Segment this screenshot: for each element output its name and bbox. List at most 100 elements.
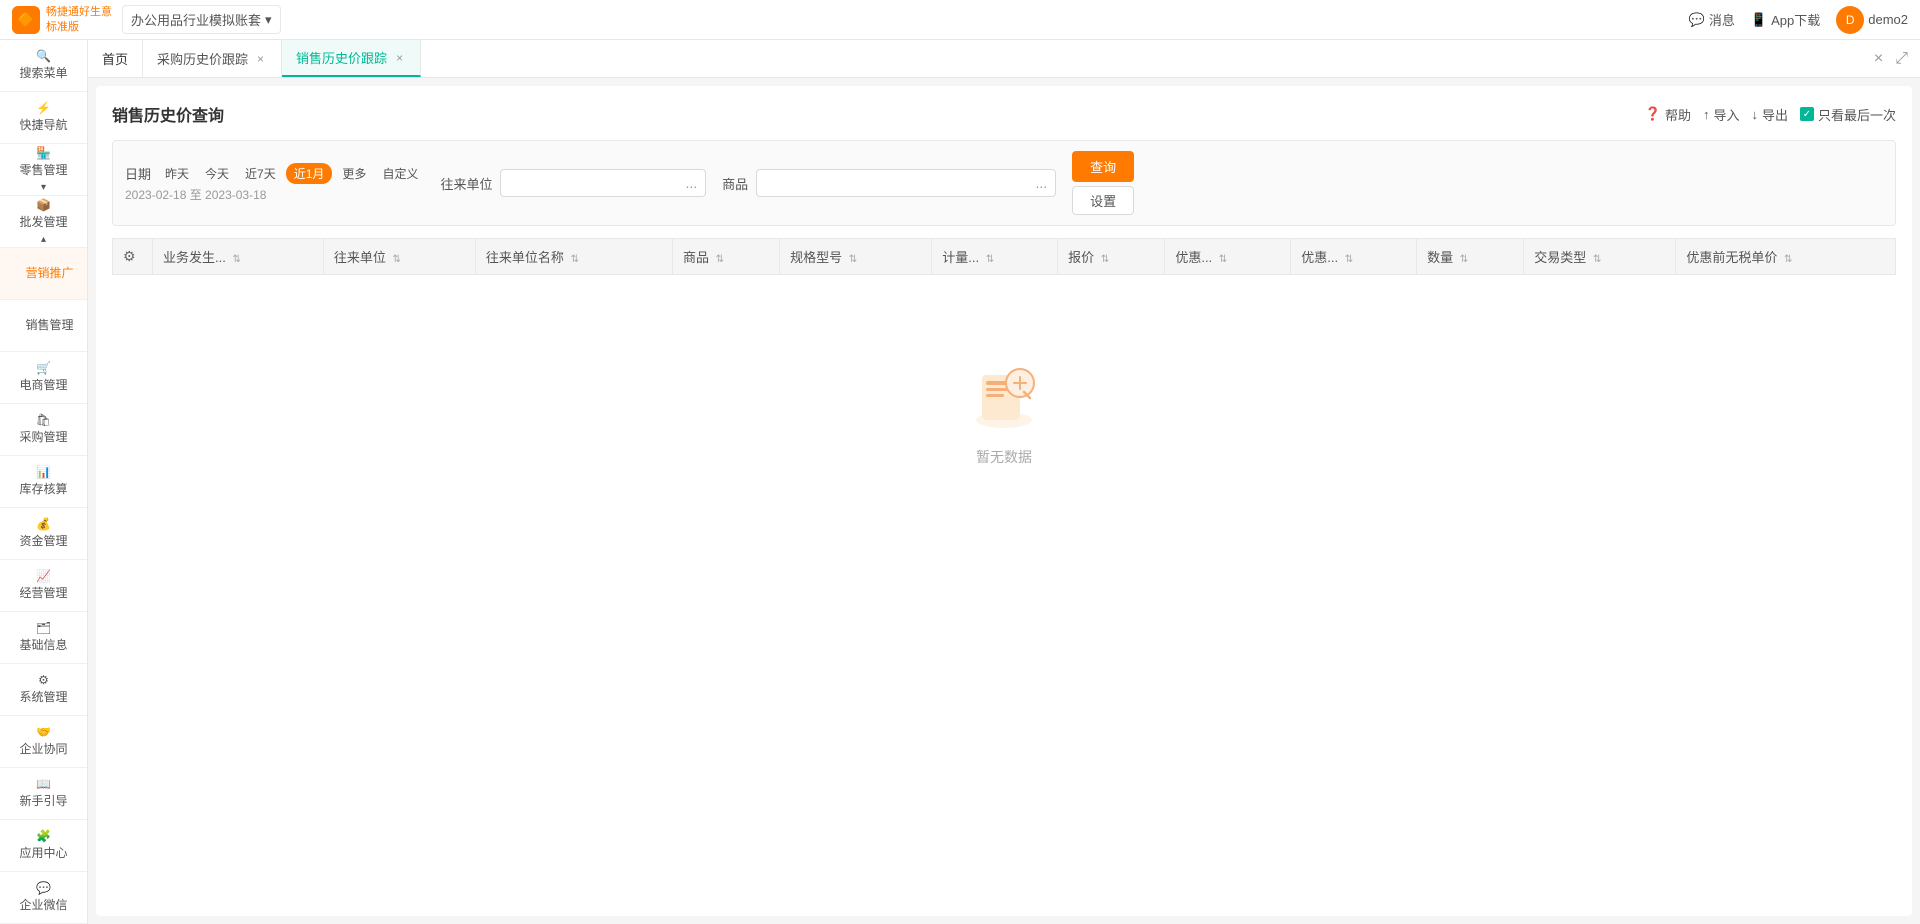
sidebar-item-enterprise[interactable]: 🤝 企业协同: [0, 716, 87, 768]
empty-illustration: [964, 355, 1044, 435]
tab-sales-history[interactable]: 销售历史价跟踪 ×: [282, 40, 421, 77]
sidebar-item-basic-info[interactable]: 🗂 基础信息: [0, 612, 87, 664]
chevron-up-icon: ▴: [41, 234, 46, 245]
sidebar: 🔍 搜索菜单 ⚡ 快捷导航 🏪 零售管理 ▾ 📦 批发管理 ▴ 营销推广 销售管…: [0, 40, 88, 924]
th-goods[interactable]: 商品 ⇅: [672, 239, 779, 275]
import-btn[interactable]: ↑ 导入: [1703, 105, 1740, 124]
goods-input-wrap[interactable]: ...: [756, 169, 1056, 197]
partner-filter-group: 往来单位 ...: [440, 169, 706, 197]
logo-area: 🔶 畅捷通好生意 标准版: [12, 5, 112, 34]
filter-bar: 日期 昨天 今天 近7天 近1月 更多 自定义 2023-02-18 至 202…: [112, 140, 1896, 226]
date-btn-custom[interactable]: 自定义: [376, 163, 424, 184]
sort-icon: ⇅: [1345, 254, 1353, 265]
top-header: 🔶 畅捷通好生意 标准版 办公用品行业模拟账套 ▾ 💬 消息 📱 App下载 D…: [0, 0, 1920, 40]
header-right: 💬 消息 📱 App下载 D demo2: [1689, 6, 1908, 34]
sidebar-item-inventory[interactable]: 📊 库存核算: [0, 456, 87, 508]
tab-actions: × ⤢: [1862, 48, 1920, 70]
sidebar-item-ecommerce[interactable]: 🛒 电商管理: [0, 352, 87, 404]
guide-icon: 📖: [36, 777, 51, 791]
help-btn[interactable]: ❓ 帮助: [1645, 105, 1691, 124]
retail-icon: 🏪: [36, 146, 51, 160]
sidebar-item-operations[interactable]: 📈 经营管理: [0, 560, 87, 612]
window-close-btn[interactable]: ×: [1872, 48, 1885, 70]
data-table: ⚙ 业务发生... ⇅ 往来单位 ⇅ 往来单位名称: [112, 238, 1896, 275]
app-selector[interactable]: 办公用品行业模拟账套 ▾: [122, 5, 281, 34]
date-btn-7days[interactable]: 近7天: [239, 163, 282, 184]
only-last-checkbox-area[interactable]: ✓ 只看最后一次: [1800, 105, 1896, 124]
tab-bar: 首页 采购历史价跟踪 × 销售历史价跟踪 × × ⤢: [88, 40, 1920, 78]
query-button[interactable]: 查询: [1072, 151, 1134, 182]
search-icon: 🔍: [36, 49, 51, 63]
basic-info-icon: 🗂: [36, 621, 51, 635]
th-qty[interactable]: 数量 ⇅: [1417, 239, 1524, 275]
window-maximize-btn[interactable]: ⤢: [1893, 48, 1910, 70]
sidebar-item-purchase[interactable]: 🛍 采购管理: [0, 404, 87, 456]
th-gear[interactable]: ⚙: [113, 239, 153, 275]
sidebar-item-finance[interactable]: 💰 资金管理: [0, 508, 87, 560]
avatar: D: [1836, 6, 1864, 34]
message-icon: 💬: [1689, 12, 1705, 28]
shortcuts-icon: ⚡: [36, 101, 51, 115]
sidebar-item-app-center[interactable]: 🧩 应用中心: [0, 820, 87, 872]
sort-icon: ⇅: [1460, 254, 1468, 265]
goods-input[interactable]: [765, 176, 1035, 191]
sidebar-item-search[interactable]: 🔍 搜索菜单: [0, 40, 87, 92]
sidebar-item-guide[interactable]: 📖 新手引导: [0, 768, 87, 820]
tab-close-sales[interactable]: ×: [393, 50, 406, 66]
partner-input[interactable]: [509, 176, 685, 191]
export-btn[interactable]: ↓ 导出: [1751, 105, 1788, 124]
sidebar-item-marketing[interactable]: 营销推广: [0, 248, 87, 300]
date-btn-more[interactable]: 更多: [336, 163, 372, 184]
empty-text: 暂无数据: [976, 447, 1032, 467]
system-icon: ⚙: [38, 673, 49, 687]
only-last-checkbox[interactable]: ✓: [1800, 107, 1814, 121]
sidebar-item-sales-mgmt[interactable]: 销售管理: [0, 300, 87, 352]
message-btn[interactable]: 💬 消息: [1689, 10, 1735, 29]
th-unit[interactable]: 计量... ⇅: [932, 239, 1058, 275]
settings-button[interactable]: 设置: [1072, 186, 1134, 215]
date-filter-group: 日期 昨天 今天 近7天 近1月 更多 自定义 2023-02-18 至 202…: [125, 163, 424, 203]
date-btn-today[interactable]: 今天: [199, 163, 235, 184]
action-buttons: 查询 设置: [1072, 151, 1134, 215]
sort-icon: ⇅: [1593, 254, 1601, 265]
th-partner-code[interactable]: 往来单位 ⇅: [323, 239, 475, 275]
sidebar-item-wholesale[interactable]: 📦 批发管理 ▴: [0, 196, 87, 248]
sidebar-item-retail[interactable]: 🏪 零售管理 ▾: [0, 144, 87, 196]
sort-icon: ⇅: [392, 254, 400, 265]
table-header: ⚙ 业务发生... ⇅ 往来单位 ⇅ 往来单位名称: [113, 239, 1896, 275]
th-spec[interactable]: 规格型号 ⇅: [780, 239, 932, 275]
user-area[interactable]: D demo2: [1836, 6, 1908, 34]
th-date[interactable]: 业务发生... ⇅: [153, 239, 324, 275]
app-center-icon: 🧩: [36, 829, 51, 843]
help-icon: ❓: [1645, 106, 1661, 122]
tab-home[interactable]: 首页: [88, 40, 143, 77]
import-icon: ↑: [1703, 107, 1710, 122]
partner-label: 往来单位: [440, 174, 492, 193]
logo-text: 畅捷通好生意 标准版: [46, 5, 112, 34]
th-trade-type[interactable]: 交易类型 ⇅: [1524, 239, 1676, 275]
header-left: 🔶 畅捷通好生意 标准版 办公用品行业模拟账套 ▾: [12, 5, 281, 34]
goods-select-icon[interactable]: ...: [1035, 175, 1047, 191]
sidebar-item-system[interactable]: ⚙ 系统管理: [0, 664, 87, 716]
sidebar-item-shortcuts[interactable]: ⚡ 快捷导航: [0, 92, 87, 144]
th-partner-name[interactable]: 往来单位名称 ⇅: [475, 239, 672, 275]
sort-icon: ⇅: [986, 254, 994, 265]
sort-icon: ⇅: [849, 254, 857, 265]
sort-icon: ⇅: [571, 254, 579, 265]
th-discount2[interactable]: 优惠... ⇅: [1291, 239, 1417, 275]
sidebar-item-wechat[interactable]: 💬 企业微信: [0, 872, 87, 924]
tab-close-purchase[interactable]: ×: [254, 51, 267, 67]
date-buttons: 昨天 今天 近7天 近1月 更多 自定义: [159, 163, 424, 184]
date-btn-yesterday[interactable]: 昨天: [159, 163, 195, 184]
partner-select-icon[interactable]: ...: [685, 175, 697, 191]
th-discount1[interactable]: 优惠... ⇅: [1165, 239, 1291, 275]
gear-icon[interactable]: ⚙: [123, 248, 136, 264]
app-download-btn[interactable]: 📱 App下载: [1751, 10, 1820, 29]
goods-filter-group: 商品 ...: [722, 169, 1056, 197]
th-price[interactable]: 报价 ⇅: [1058, 239, 1165, 275]
date-range-display: 2023-02-18 至 2023-03-18: [125, 186, 424, 203]
th-no-tax-price[interactable]: 优惠前无税单价 ⇅: [1676, 239, 1896, 275]
date-btn-1month[interactable]: 近1月: [286, 163, 333, 184]
partner-input-wrap[interactable]: ...: [500, 169, 706, 197]
tab-purchase-history[interactable]: 采购历史价跟踪 ×: [143, 40, 282, 77]
